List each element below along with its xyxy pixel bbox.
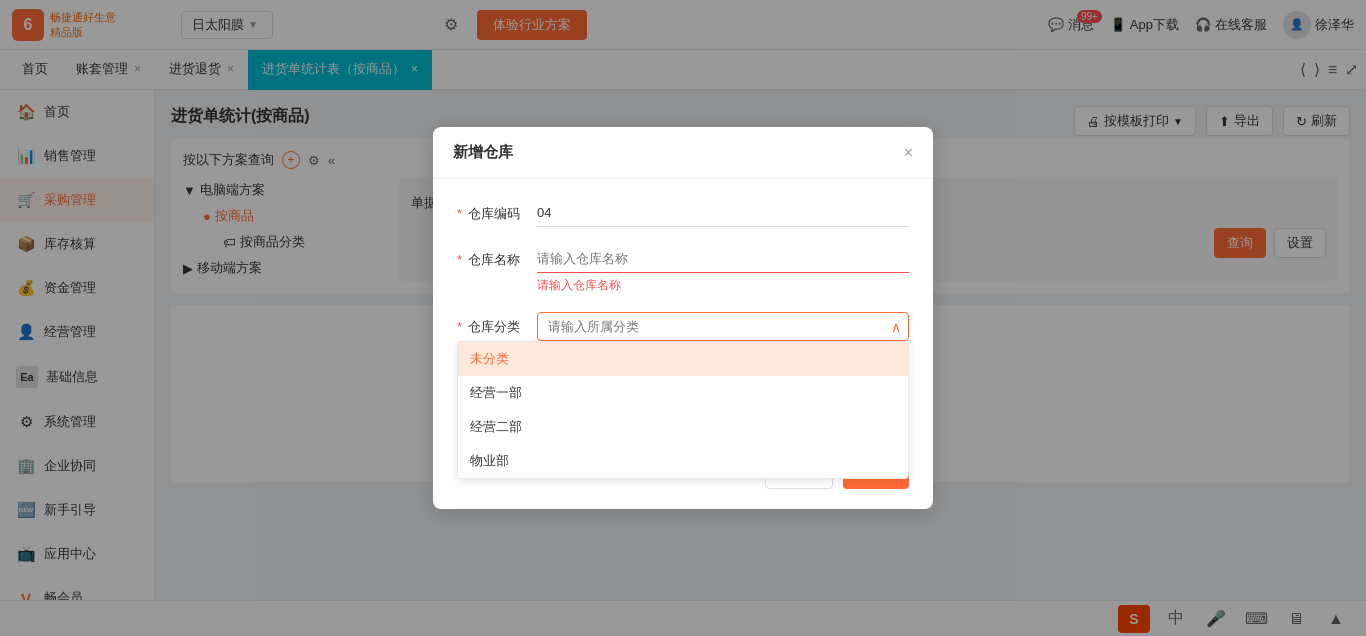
add-warehouse-dialog: 新增仓库 × * 仓库编码 * 仓库名称 bbox=[433, 127, 933, 509]
category-select-wrap: ∧ bbox=[537, 312, 909, 341]
code-input[interactable] bbox=[537, 199, 909, 227]
name-error-msg: 请输入仓库名称 bbox=[537, 277, 909, 294]
dropdown-item-ops1[interactable]: 经营一部 bbox=[458, 376, 908, 410]
form-row-code: * 仓库编码 bbox=[457, 199, 909, 227]
dropdown-item-property[interactable]: 物业部 bbox=[458, 444, 908, 478]
dialog-close-button[interactable]: × bbox=[904, 144, 913, 162]
dropdown-item-ops2[interactable]: 经营二部 bbox=[458, 410, 908, 444]
form-row-name: * 仓库名称 请输入仓库名称 bbox=[457, 245, 909, 294]
form-row-category: * 仓库分类 ∧ 未分类 经营一部 经营二部 物业部 bbox=[457, 312, 909, 341]
category-control: ∧ 未分类 经营一部 经营二部 物业部 bbox=[537, 312, 909, 341]
code-control bbox=[537, 199, 909, 227]
dialog-body: * 仓库编码 * 仓库名称 请输入仓库名称 bbox=[433, 179, 933, 443]
name-input[interactable] bbox=[537, 245, 909, 273]
dialog-title: 新增仓库 bbox=[453, 143, 513, 162]
name-label: * 仓库名称 bbox=[457, 245, 537, 269]
category-dropdown: 未分类 经营一部 经营二部 物业部 bbox=[457, 341, 909, 479]
name-control: 请输入仓库名称 bbox=[537, 245, 909, 294]
code-label: * 仓库编码 bbox=[457, 199, 537, 223]
dialog-header: 新增仓库 × bbox=[433, 127, 933, 179]
select-arrow-icon: ∧ bbox=[891, 319, 901, 335]
dropdown-item-unclassified[interactable]: 未分类 bbox=[458, 342, 908, 376]
category-label: * 仓库分类 bbox=[457, 312, 537, 336]
category-input[interactable] bbox=[537, 312, 909, 341]
modal-overlay[interactable]: 新增仓库 × * 仓库编码 * 仓库名称 bbox=[0, 0, 1366, 636]
